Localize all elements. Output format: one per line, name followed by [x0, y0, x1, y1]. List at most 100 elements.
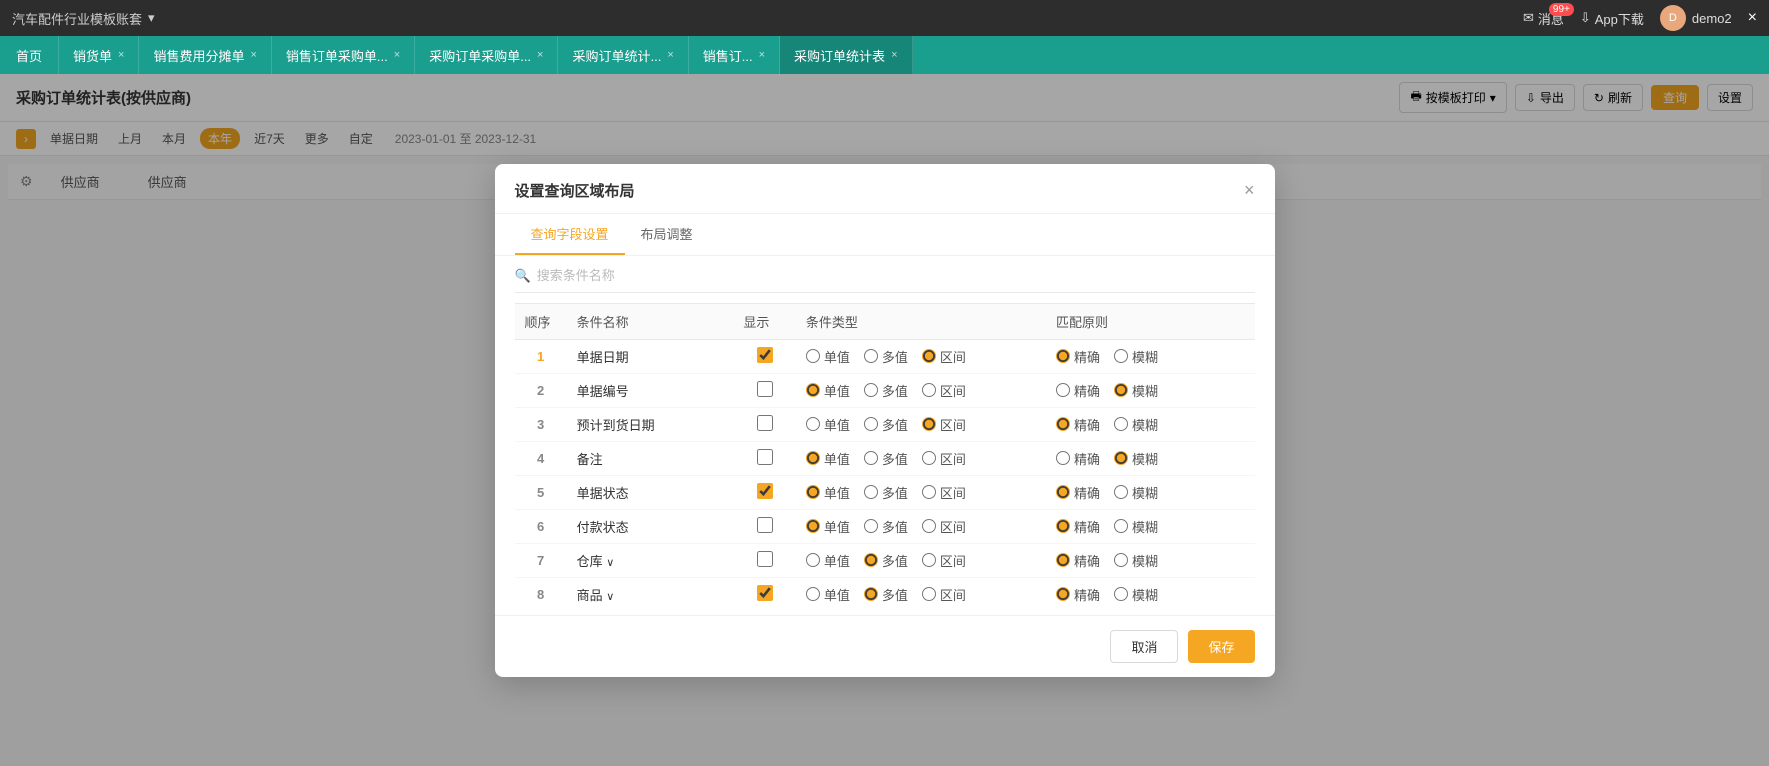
cancel-button[interactable]: 取消: [1110, 630, 1178, 663]
type-single-label-3[interactable]: 单值: [806, 449, 850, 468]
tab-sales-expense-close[interactable]: ×: [250, 49, 256, 61]
type-range-radio-1[interactable]: [922, 383, 936, 397]
cell-show-1[interactable]: [733, 373, 796, 407]
rule-fuzzy-label-1[interactable]: 模糊: [1114, 381, 1158, 400]
dialog-tab-layout[interactable]: 布局调整: [625, 214, 709, 255]
rule-fuzzy-radio-0[interactable]: [1114, 349, 1128, 363]
type-multi-label-5[interactable]: 多值: [864, 517, 908, 536]
type-single-label-5[interactable]: 单值: [806, 517, 850, 536]
tab-7-close[interactable]: ×: [891, 49, 897, 61]
type-multi-radio-1[interactable]: [864, 383, 878, 397]
type-single-radio-7[interactable]: [806, 587, 820, 601]
type-range-radio-2[interactable]: [922, 417, 936, 431]
rule-fuzzy-label-6[interactable]: 模糊: [1114, 551, 1158, 570]
rule-fuzzy-radio-1[interactable]: [1114, 383, 1128, 397]
cell-show-4[interactable]: [733, 475, 796, 509]
rule-fuzzy-radio-5[interactable]: [1114, 519, 1128, 533]
type-multi-label-3[interactable]: 多值: [864, 449, 908, 468]
type-multi-radio-6[interactable]: [864, 553, 878, 567]
rule-exact-label-2[interactable]: 精确: [1056, 415, 1100, 434]
type-single-radio-5[interactable]: [806, 519, 820, 533]
rule-exact-radio-4[interactable]: [1056, 485, 1070, 499]
type-range-radio-5[interactable]: [922, 519, 936, 533]
show-checkbox-2[interactable]: [757, 415, 773, 431]
rule-exact-radio-6[interactable]: [1056, 553, 1070, 567]
rule-fuzzy-label-7[interactable]: 模糊: [1114, 585, 1158, 603]
type-multi-radio-4[interactable]: [864, 485, 878, 499]
tab-3[interactable]: 销售订单采购单... ×: [272, 36, 415, 74]
rule-fuzzy-radio-4[interactable]: [1114, 485, 1128, 499]
rule-fuzzy-label-3[interactable]: 模糊: [1114, 449, 1158, 468]
type-single-radio-1[interactable]: [806, 383, 820, 397]
rule-exact-label-5[interactable]: 精确: [1056, 517, 1100, 536]
dialog-tab-query-fields[interactable]: 查询字段设置: [515, 214, 625, 255]
rule-fuzzy-label-0[interactable]: 模糊: [1114, 347, 1158, 366]
tab-3-close[interactable]: ×: [394, 49, 400, 61]
type-single-radio-6[interactable]: [806, 553, 820, 567]
type-single-radio-0[interactable]: [806, 349, 820, 363]
rule-exact-label-1[interactable]: 精确: [1056, 381, 1100, 400]
type-multi-label-1[interactable]: 多值: [864, 381, 908, 400]
type-single-label-6[interactable]: 单值: [806, 551, 850, 570]
type-single-label-7[interactable]: 单值: [806, 585, 850, 603]
rule-exact-label-7[interactable]: 精确: [1056, 585, 1100, 603]
type-single-radio-4[interactable]: [806, 485, 820, 499]
rule-exact-radio-3[interactable]: [1056, 451, 1070, 465]
show-checkbox-6[interactable]: [757, 551, 773, 567]
type-range-label-0[interactable]: 区间: [922, 347, 966, 366]
type-single-label-1[interactable]: 单值: [806, 381, 850, 400]
tab-sales-expense[interactable]: 销售费用分摊单 ×: [139, 36, 271, 74]
type-single-label-0[interactable]: 单值: [806, 347, 850, 366]
dialog-close-button[interactable]: ×: [1244, 181, 1255, 199]
type-single-label-4[interactable]: 单值: [806, 483, 850, 502]
type-multi-radio-3[interactable]: [864, 451, 878, 465]
type-single-radio-3[interactable]: [806, 451, 820, 465]
rule-exact-radio-2[interactable]: [1056, 417, 1070, 431]
tab-5-close[interactable]: ×: [667, 49, 673, 61]
tab-sales-order[interactable]: 销货单 ×: [59, 36, 139, 74]
search-input[interactable]: [537, 268, 737, 283]
rule-exact-label-0[interactable]: 精确: [1056, 347, 1100, 366]
type-multi-radio-2[interactable]: [864, 417, 878, 431]
type-range-label-7[interactable]: 区间: [922, 585, 966, 603]
close-top-icon[interactable]: ×: [1748, 9, 1757, 27]
type-range-radio-6[interactable]: [922, 553, 936, 567]
user-area[interactable]: D demo2: [1660, 5, 1732, 31]
rule-fuzzy-radio-6[interactable]: [1114, 553, 1128, 567]
app-dropdown-icon[interactable]: ▾: [148, 10, 155, 26]
tab-4-close[interactable]: ×: [537, 49, 543, 61]
cell-show-5[interactable]: [733, 509, 796, 543]
type-multi-radio-0[interactable]: [864, 349, 878, 363]
cell-show-3[interactable]: [733, 441, 796, 475]
notification-area[interactable]: ✉ 消息 99+: [1523, 9, 1564, 28]
type-multi-label-6[interactable]: 多值: [864, 551, 908, 570]
show-checkbox-1[interactable]: [757, 381, 773, 397]
show-checkbox-0[interactable]: [757, 347, 773, 363]
cell-show-2[interactable]: [733, 407, 796, 441]
tab-4[interactable]: 采购订单采购单... ×: [415, 36, 558, 74]
rule-exact-radio-7[interactable]: [1056, 587, 1070, 601]
type-range-label-5[interactable]: 区间: [922, 517, 966, 536]
cell-show-0[interactable]: [733, 339, 796, 373]
type-range-radio-0[interactable]: [922, 349, 936, 363]
cell-show-7[interactable]: [733, 577, 796, 603]
show-checkbox-3[interactable]: [757, 449, 773, 465]
type-multi-label-0[interactable]: 多值: [864, 347, 908, 366]
tab-sales-order-close[interactable]: ×: [118, 49, 124, 61]
type-single-radio-2[interactable]: [806, 417, 820, 431]
tab-6-close[interactable]: ×: [759, 49, 765, 61]
tab-6[interactable]: 销售订... ×: [689, 36, 780, 74]
rule-exact-radio-1[interactable]: [1056, 383, 1070, 397]
rule-fuzzy-radio-2[interactable]: [1114, 417, 1128, 431]
show-checkbox-5[interactable]: [757, 517, 773, 533]
rule-fuzzy-radio-7[interactable]: [1114, 587, 1128, 601]
type-range-label-1[interactable]: 区间: [922, 381, 966, 400]
rule-exact-radio-5[interactable]: [1056, 519, 1070, 533]
cell-show-6[interactable]: [733, 543, 796, 577]
rule-fuzzy-label-5[interactable]: 模糊: [1114, 517, 1158, 536]
rule-exact-label-4[interactable]: 精确: [1056, 483, 1100, 502]
type-range-label-3[interactable]: 区间: [922, 449, 966, 468]
tab-7-active[interactable]: 采购订单统计表 ×: [780, 36, 912, 74]
rule-exact-label-6[interactable]: 精确: [1056, 551, 1100, 570]
type-single-label-2[interactable]: 单值: [806, 415, 850, 434]
